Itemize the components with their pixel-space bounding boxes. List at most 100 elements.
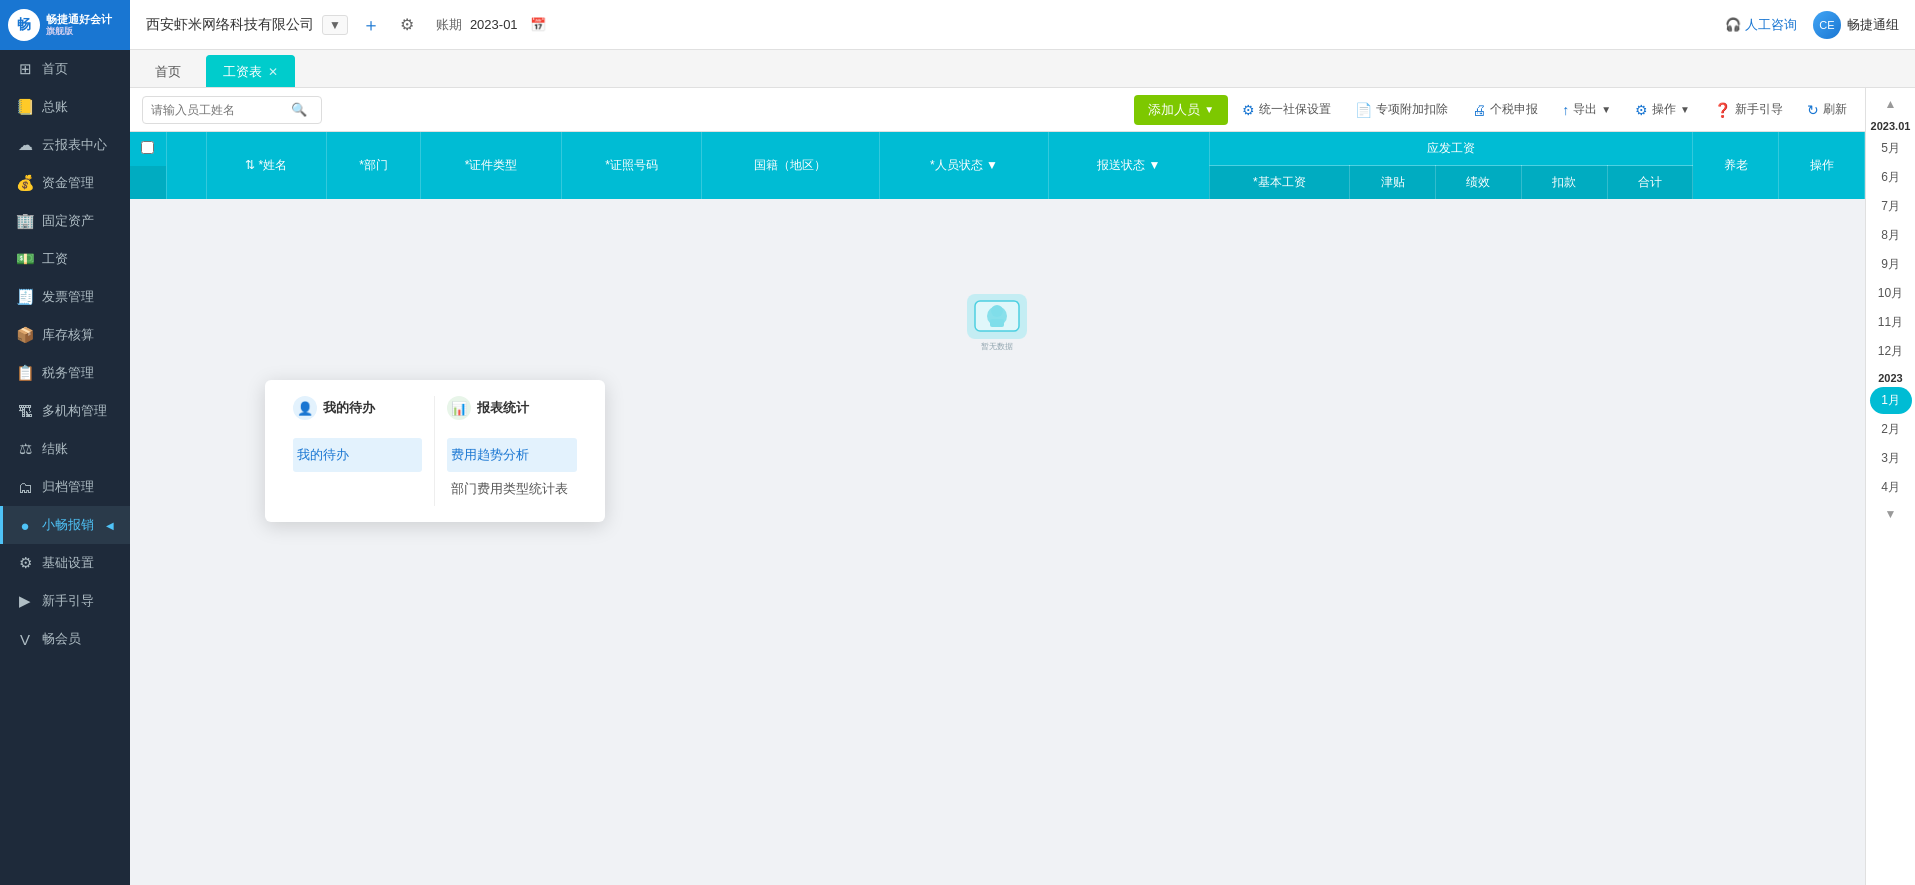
cal-month-8-label: 8月 bbox=[1881, 228, 1900, 242]
sidebar-item-home[interactable]: ⊞ 首页 bbox=[0, 50, 130, 88]
th-ops: 操作 bbox=[1779, 132, 1865, 199]
cal-month-11[interactable]: 11月 bbox=[1870, 309, 1912, 336]
sidebar-item-fixed-assets[interactable]: 🏢 固定资产 bbox=[0, 202, 130, 240]
cal-month-5-label: 5月 bbox=[1881, 141, 1900, 155]
cal-nav-up[interactable]: ▲ bbox=[1879, 92, 1903, 116]
toolbar-actions: ⚙ 统一社保设置 📄 专项附加扣除 🖨 个税申报 ↑ 导出 ▼ bbox=[1236, 97, 1853, 122]
cal-month-12[interactable]: 12月 bbox=[1870, 338, 1912, 365]
sidebar-item-label: 畅会员 bbox=[42, 630, 81, 648]
cal-month-8[interactable]: 8月 bbox=[1870, 222, 1912, 249]
tax-report-icon: 🖨 bbox=[1472, 102, 1486, 118]
special-deduct-btn[interactable]: 📄 专项附加扣除 bbox=[1349, 97, 1454, 122]
company-dropdown-btn[interactable]: ▼ bbox=[322, 15, 348, 35]
popup-item-dept-cost[interactable]: 部门费用类型统计表 bbox=[447, 472, 577, 506]
cal-month-6[interactable]: 6月 bbox=[1870, 164, 1912, 191]
new-guide-icon: ❓ bbox=[1714, 102, 1731, 118]
sidebar-item-basic[interactable]: ⚙ 基础设置 bbox=[0, 544, 130, 582]
cloud-icon: ☁ bbox=[16, 136, 34, 154]
calendar-icon[interactable]: 📅 bbox=[530, 17, 546, 32]
popup-item-my-todo[interactable]: 我的待办 bbox=[293, 438, 422, 472]
new-guide-btn[interactable]: ❓ 新手引导 bbox=[1708, 97, 1789, 122]
cal-month-2[interactable]: 2月 bbox=[1870, 416, 1912, 443]
th-name[interactable]: ⇅ *姓名 bbox=[206, 132, 326, 199]
sidebar-item-inventory[interactable]: 📦 库存核算 bbox=[0, 316, 130, 354]
basic-icon: ⚙ bbox=[16, 554, 34, 572]
search-icon[interactable]: 🔍 bbox=[291, 102, 307, 117]
popup-todo-label: 我的待办 bbox=[323, 399, 375, 417]
popup-item-my-todo-label: 我的待办 bbox=[297, 447, 349, 462]
operations-icon: ⚙ bbox=[1635, 102, 1648, 118]
tax-icon: 📋 bbox=[16, 364, 34, 382]
sidebar-item-xiaochang[interactable]: ● 小畅报销 ◀ bbox=[0, 506, 130, 544]
sidebar-item-salary[interactable]: 💵 工资 bbox=[0, 240, 130, 278]
sidebar-item-label: 结账 bbox=[42, 440, 68, 458]
export-btn[interactable]: ↑ 导出 ▼ bbox=[1556, 97, 1617, 122]
th-subsidy: 津贴 bbox=[1350, 166, 1436, 200]
select-all-checkbox[interactable] bbox=[141, 141, 154, 154]
th-checkbox[interactable] bbox=[130, 132, 166, 166]
sidebar-item-member[interactable]: V 畅会员 bbox=[0, 620, 130, 658]
cal-month-9[interactable]: 9月 bbox=[1870, 251, 1912, 278]
th-person-status[interactable]: *人员状态 ▼ bbox=[879, 132, 1048, 199]
search-box[interactable]: 🔍 bbox=[142, 96, 322, 124]
sidebar-item-tax[interactable]: 📋 税务管理 bbox=[0, 354, 130, 392]
sidebar-item-label: 库存核算 bbox=[42, 326, 94, 344]
export-icon: ↑ bbox=[1562, 102, 1569, 118]
cal-month-11-label: 11月 bbox=[1878, 315, 1903, 329]
add-person-arrow-icon: ▼ bbox=[1204, 104, 1214, 115]
popup-report-icon: 📊 bbox=[447, 396, 471, 420]
tab-salary[interactable]: 工资表 ✕ bbox=[206, 55, 295, 87]
multi-org-icon: 🏗 bbox=[16, 403, 34, 420]
operations-arrow-icon: ▼ bbox=[1680, 104, 1690, 115]
topbar-right: 🎧 人工咨询 CE 畅捷通组 bbox=[1725, 11, 1899, 39]
service-btn[interactable]: 🎧 人工咨询 bbox=[1725, 16, 1797, 34]
sidebar-item-label: 多机构管理 bbox=[42, 402, 107, 420]
sidebar-item-invoice[interactable]: 🧾 发票管理 bbox=[0, 278, 130, 316]
tab-home-label: 首页 bbox=[155, 63, 181, 81]
cal-month-4[interactable]: 4月 bbox=[1870, 474, 1912, 501]
tab-close-icon[interactable]: ✕ bbox=[268, 65, 278, 79]
sidebar-item-balance[interactable]: ⚖ 结账 bbox=[0, 430, 130, 468]
tab-salary-label: 工资表 bbox=[223, 63, 262, 81]
th-pension: 养老 bbox=[1693, 132, 1779, 199]
social-insurance-icon: ⚙ bbox=[1242, 102, 1255, 118]
add-person-btn[interactable]: 添加人员 ▼ bbox=[1134, 95, 1228, 125]
add-company-btn[interactable]: ＋ bbox=[356, 13, 386, 37]
sidebar-item-label: 归档管理 bbox=[42, 478, 94, 496]
sidebar-item-cloud-report[interactable]: ☁ 云报表中心 bbox=[0, 126, 130, 164]
cal-month-5[interactable]: 5月 bbox=[1870, 135, 1912, 162]
social-insurance-btn[interactable]: ⚙ 统一社保设置 bbox=[1236, 97, 1337, 122]
tax-report-btn[interactable]: 🖨 个税申报 bbox=[1466, 97, 1544, 122]
refresh-btn[interactable]: ↻ 刷新 bbox=[1801, 97, 1853, 122]
cal-month-10-label: 10月 bbox=[1878, 286, 1903, 300]
th-submit-status[interactable]: 报送状态 ▼ bbox=[1049, 132, 1210, 199]
user-menu-btn[interactable]: CE 畅捷通组 bbox=[1813, 11, 1899, 39]
archive-icon: 🗂 bbox=[16, 479, 34, 496]
tab-home[interactable]: 首页 bbox=[138, 55, 198, 87]
cal-nav-down[interactable]: ▼ bbox=[1879, 502, 1903, 526]
popup-col-report: 📊 报表统计 费用趋势分析 部门费用类型统计表 bbox=[435, 396, 589, 506]
sidebar-item-label: 固定资产 bbox=[42, 212, 94, 230]
cal-month-1-active[interactable]: 1月 bbox=[1870, 387, 1912, 414]
export-label: 导出 bbox=[1573, 101, 1597, 118]
popup-item-cost-trend[interactable]: 费用趋势分析 bbox=[447, 438, 577, 472]
cal-month-10[interactable]: 10月 bbox=[1870, 280, 1912, 307]
sidebar-item-multi-org[interactable]: 🏗 多机构管理 bbox=[0, 392, 130, 430]
operations-btn[interactable]: ⚙ 操作 ▼ bbox=[1629, 97, 1696, 122]
th-id-num: *证照号码 bbox=[561, 132, 701, 199]
sidebar-item-archive[interactable]: 🗂 归档管理 bbox=[0, 468, 130, 506]
cal-month-3[interactable]: 3月 bbox=[1870, 445, 1912, 472]
home-icon: ⊞ bbox=[16, 60, 34, 78]
popup-menu: 👤 我的待办 我的待办 📊 报表统计 费用趋势分析 部门费用类型统计表 bbox=[265, 380, 605, 522]
sidebar-item-fund[interactable]: 💰 资金管理 bbox=[0, 164, 130, 202]
popup-todo-icon: 👤 bbox=[293, 396, 317, 420]
sidebar-item-ledger[interactable]: 📒 总账 bbox=[0, 88, 130, 126]
cal-month-1-label: 1月 bbox=[1881, 393, 1900, 407]
cal-month-7[interactable]: 7月 bbox=[1870, 193, 1912, 220]
app-subtitle: 旗舰版 bbox=[46, 26, 112, 37]
toolbar: 🔍 添加人员 ▼ ⚙ 统一社保设置 📄 专项附加扣除 bbox=[130, 88, 1865, 132]
sidebar-item-guide[interactable]: ▶ 新手引导 bbox=[0, 582, 130, 620]
search-input[interactable] bbox=[151, 103, 291, 117]
topbar-settings-btn[interactable]: ⚙ bbox=[394, 15, 420, 34]
fixed-assets-icon: 🏢 bbox=[16, 212, 34, 230]
